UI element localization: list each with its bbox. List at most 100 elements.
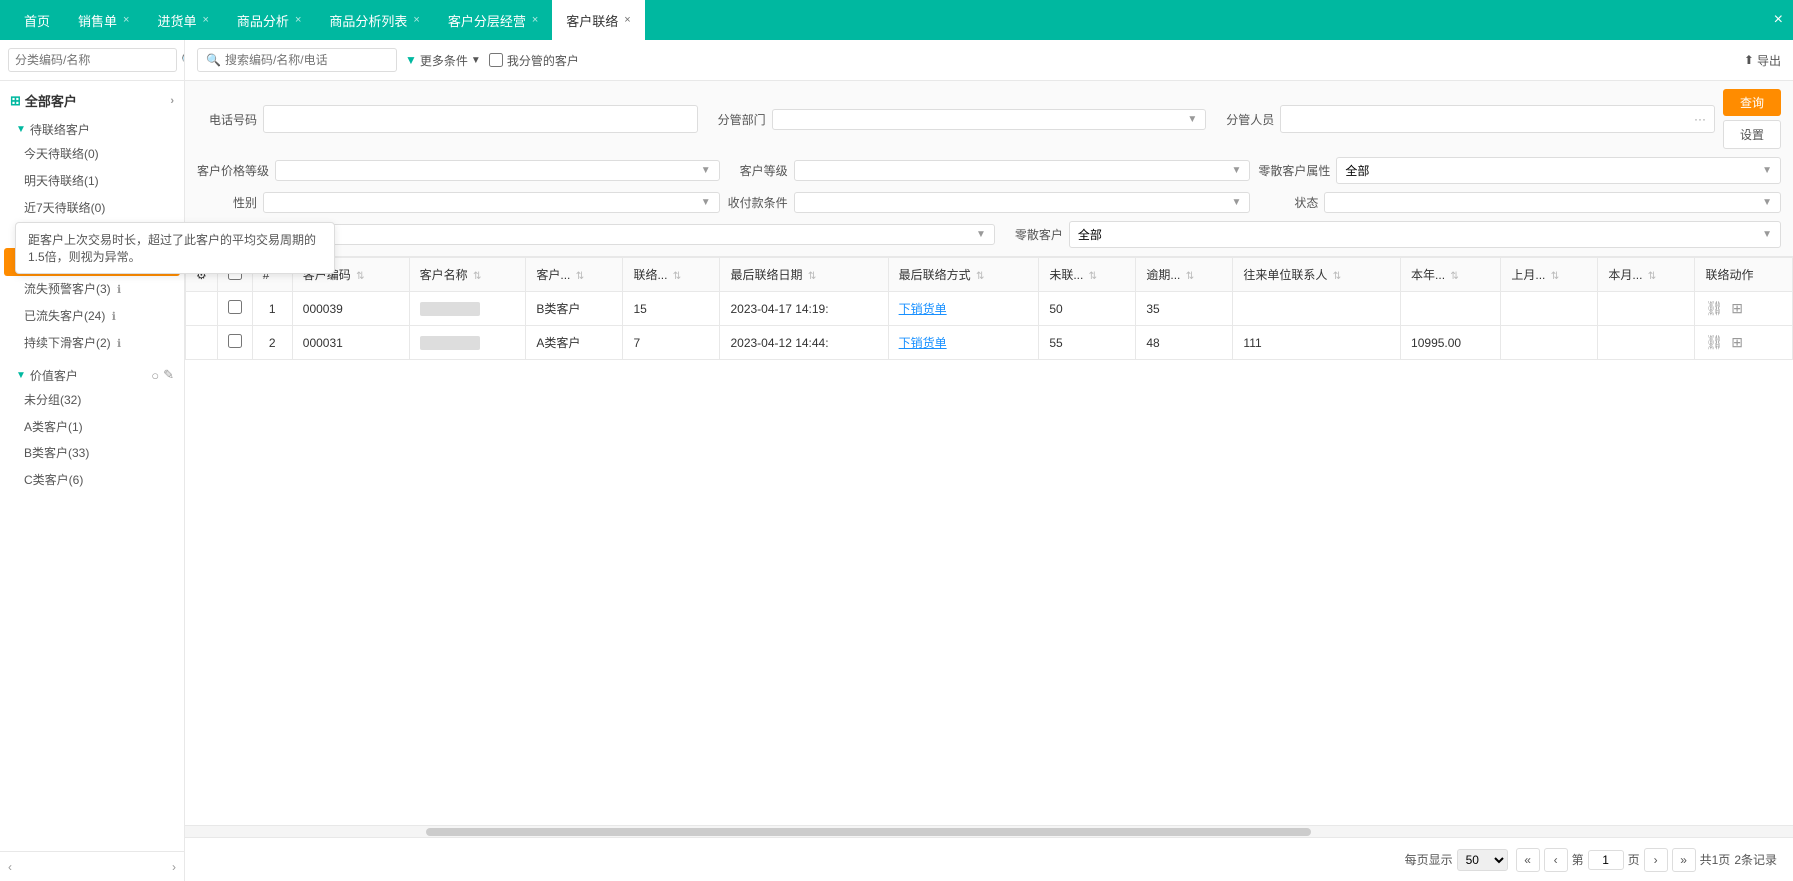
row1-grid-icon[interactable]: ⊞ bbox=[1731, 300, 1743, 317]
row1-link-icon[interactable]: ⛓ bbox=[1705, 300, 1723, 317]
add-group-icon[interactable]: ○ bbox=[151, 368, 159, 383]
settings-button[interactable]: 设置 bbox=[1723, 120, 1781, 149]
tooltip-box: 距客户上次交易时长，超过了此客户的平均交易周期的1.5倍，则视为异常。 bbox=[15, 222, 335, 274]
row1-check[interactable] bbox=[228, 300, 242, 314]
th-overdue[interactable]: 逾期... ⇅ bbox=[1136, 258, 1233, 292]
sidebar-item-churned[interactable]: 已流失客户(24) ℹ bbox=[0, 303, 184, 330]
info-icon-4: ℹ bbox=[117, 338, 121, 350]
row2-contact: 7 bbox=[623, 326, 720, 360]
dept-select[interactable]: ▼ bbox=[772, 109, 1207, 130]
person-input[interactable]: ··· bbox=[1280, 105, 1715, 133]
my-customers-check[interactable] bbox=[489, 53, 503, 67]
customer-level-select[interactable]: ▼ bbox=[794, 160, 1251, 181]
close-sales-tab[interactable]: × bbox=[123, 14, 129, 26]
nav-tab-customer-segment[interactable]: 客户分层经营 × bbox=[434, 0, 552, 40]
close-product-list-tab[interactable]: × bbox=[413, 14, 419, 26]
sidebar-item-class-b[interactable]: B类客户(33) bbox=[0, 440, 184, 467]
row1-actions: ⛓ ⊞ bbox=[1695, 292, 1793, 326]
sidebar-all-customers[interactable]: ⊞ 全部客户 › bbox=[0, 85, 184, 116]
row2-checkbox bbox=[217, 326, 252, 360]
row2-check[interactable] bbox=[228, 334, 242, 348]
row2-grid-icon[interactable]: ⊞ bbox=[1731, 334, 1743, 351]
my-customers-checkbox[interactable]: 我分管的客户 bbox=[489, 52, 579, 69]
export-button[interactable]: ⬆ 导出 bbox=[1744, 52, 1781, 69]
row2-last-month bbox=[1501, 326, 1598, 360]
sidebar-item-class-c[interactable]: C类客户(6) bbox=[0, 467, 184, 494]
first-page-button[interactable]: « bbox=[1516, 848, 1540, 872]
th-last-month[interactable]: 上月... ⇅ bbox=[1501, 258, 1598, 292]
gender-select[interactable]: ▼ bbox=[263, 192, 720, 213]
sort-unit-icon: ⇅ bbox=[1333, 271, 1341, 282]
payment-arrow: ▼ bbox=[1231, 197, 1241, 208]
sort-date-icon: ⇅ bbox=[808, 271, 816, 282]
sidebar-scroll-right[interactable]: › bbox=[172, 860, 176, 874]
th-name[interactable]: 客户名称 ⇅ bbox=[409, 258, 526, 292]
per-page-select[interactable]: 50 20 100 bbox=[1457, 849, 1508, 871]
search-input[interactable] bbox=[225, 53, 385, 67]
query-button[interactable]: 查询 bbox=[1723, 89, 1781, 116]
nav-tab-product-analysis[interactable]: 商品分析 × bbox=[223, 0, 315, 40]
sidebar-group-value[interactable]: ▼ 价值客户 ○ ✎ bbox=[0, 362, 184, 387]
sidebar: 🔍 ⊞ 全部客户 › ▼ 待联络客户 今天待联络(0) 明天待联络(1) 近7天… bbox=[0, 40, 185, 881]
payment-select[interactable]: ▼ bbox=[794, 192, 1251, 213]
status-select[interactable]: ▼ bbox=[1324, 192, 1781, 213]
row1-this-year bbox=[1401, 292, 1501, 326]
th-this-year[interactable]: 本年... ⇅ bbox=[1401, 258, 1501, 292]
next-page-button[interactable]: › bbox=[1644, 848, 1668, 872]
sidebar-item-today[interactable]: 今天待联络(0) bbox=[0, 141, 184, 168]
price-level-select[interactable]: ▼ bbox=[275, 160, 720, 181]
sidebar-item-tomorrow[interactable]: 明天待联络(1) bbox=[0, 168, 184, 195]
edit-group-icon[interactable]: ✎ bbox=[163, 367, 174, 383]
row1-contact: 15 bbox=[623, 292, 720, 326]
horizontal-scrollbar[interactable] bbox=[185, 825, 1793, 837]
customer-type-select[interactable]: ▼ bbox=[283, 224, 995, 245]
retail-attr-select[interactable]: 全部 ▼ bbox=[1336, 157, 1781, 184]
close-segment-tab[interactable]: × bbox=[532, 14, 538, 26]
sidebar-search-area: 🔍 bbox=[0, 40, 184, 81]
page-navigation: « ‹ 第 页 › » 共1页 2条记录 bbox=[1516, 848, 1777, 872]
sidebar-item-ungrouped[interactable]: 未分组(32) bbox=[0, 387, 184, 414]
nav-tab-customer-contact[interactable]: 客户联络 × bbox=[552, 0, 644, 40]
row2-code: 000031 bbox=[292, 326, 409, 360]
nav-tab-sales[interactable]: 销售单 × bbox=[64, 0, 143, 40]
row2-settings bbox=[186, 326, 218, 360]
row1-last-way[interactable]: 下销货单 bbox=[888, 292, 1039, 326]
scroll-thumb[interactable] bbox=[426, 828, 1310, 836]
th-this-month[interactable]: 本月... ⇅ bbox=[1598, 258, 1695, 292]
sidebar-scroll-left[interactable]: ‹ bbox=[8, 860, 12, 874]
th-contact[interactable]: 联络... ⇅ bbox=[623, 258, 720, 292]
th-type[interactable]: 客户... ⇅ bbox=[526, 258, 623, 292]
filter-price-level: 客户价格等级 ▼ bbox=[197, 160, 720, 181]
filter-retail-attr: 零散客户属性 全部 ▼ bbox=[1258, 157, 1781, 184]
sidebar-item-class-a[interactable]: A类客户(1) bbox=[0, 414, 184, 441]
th-last-contact-date[interactable]: 最后联络日期 ⇅ bbox=[720, 258, 888, 292]
close-window-button[interactable]: × bbox=[1774, 11, 1783, 29]
more-conditions-button[interactable]: ▼ 更多条件 ▼ bbox=[405, 52, 481, 69]
th-unit-contacts[interactable]: 往来单位联系人 ⇅ bbox=[1233, 258, 1401, 292]
filter-gender: 性别 ▼ bbox=[197, 192, 720, 213]
phone-input[interactable] bbox=[263, 105, 698, 133]
row2-overdue: 48 bbox=[1136, 326, 1233, 360]
sidebar-item-churn-warning[interactable]: 流失预警客户(3) ℹ bbox=[0, 276, 184, 303]
last-page-button[interactable]: » bbox=[1672, 848, 1696, 872]
sidebar-item-7days[interactable]: 近7天待联络(0) bbox=[0, 195, 184, 222]
row2-last-way[interactable]: 下销货单 bbox=[888, 326, 1039, 360]
th-unpaid[interactable]: 未联... ⇅ bbox=[1039, 258, 1136, 292]
nav-tab-home[interactable]: 首页 bbox=[10, 0, 64, 40]
page-number-input[interactable] bbox=[1588, 850, 1624, 870]
close-contact-tab[interactable]: × bbox=[624, 14, 630, 26]
filter-person: 分管人员 ··· bbox=[1214, 105, 1715, 133]
retail-customer-select[interactable]: 全部 ▼ bbox=[1069, 221, 1781, 248]
sort-name-icon: ⇅ bbox=[473, 271, 481, 282]
sidebar-item-declining[interactable]: 持续下滑客户(2) ℹ bbox=[0, 330, 184, 357]
prev-page-button[interactable]: ‹ bbox=[1544, 848, 1568, 872]
nav-tab-purchase[interactable]: 进货单 × bbox=[143, 0, 222, 40]
close-purchase-tab[interactable]: × bbox=[202, 14, 208, 26]
close-product-analysis-tab[interactable]: × bbox=[295, 14, 301, 26]
row2-link-icon[interactable]: ⛓ bbox=[1705, 334, 1723, 351]
th-last-contact-way[interactable]: 最后联络方式 ⇅ bbox=[888, 258, 1039, 292]
nav-tab-product-list[interactable]: 商品分析列表 × bbox=[315, 0, 433, 40]
filter-row-3: 性别 ▼ 收付款条件 ▼ 状态 bbox=[197, 192, 1781, 213]
sidebar-search-input[interactable] bbox=[8, 48, 177, 72]
sidebar-group-waiting[interactable]: ▼ 待联络客户 bbox=[0, 116, 184, 141]
